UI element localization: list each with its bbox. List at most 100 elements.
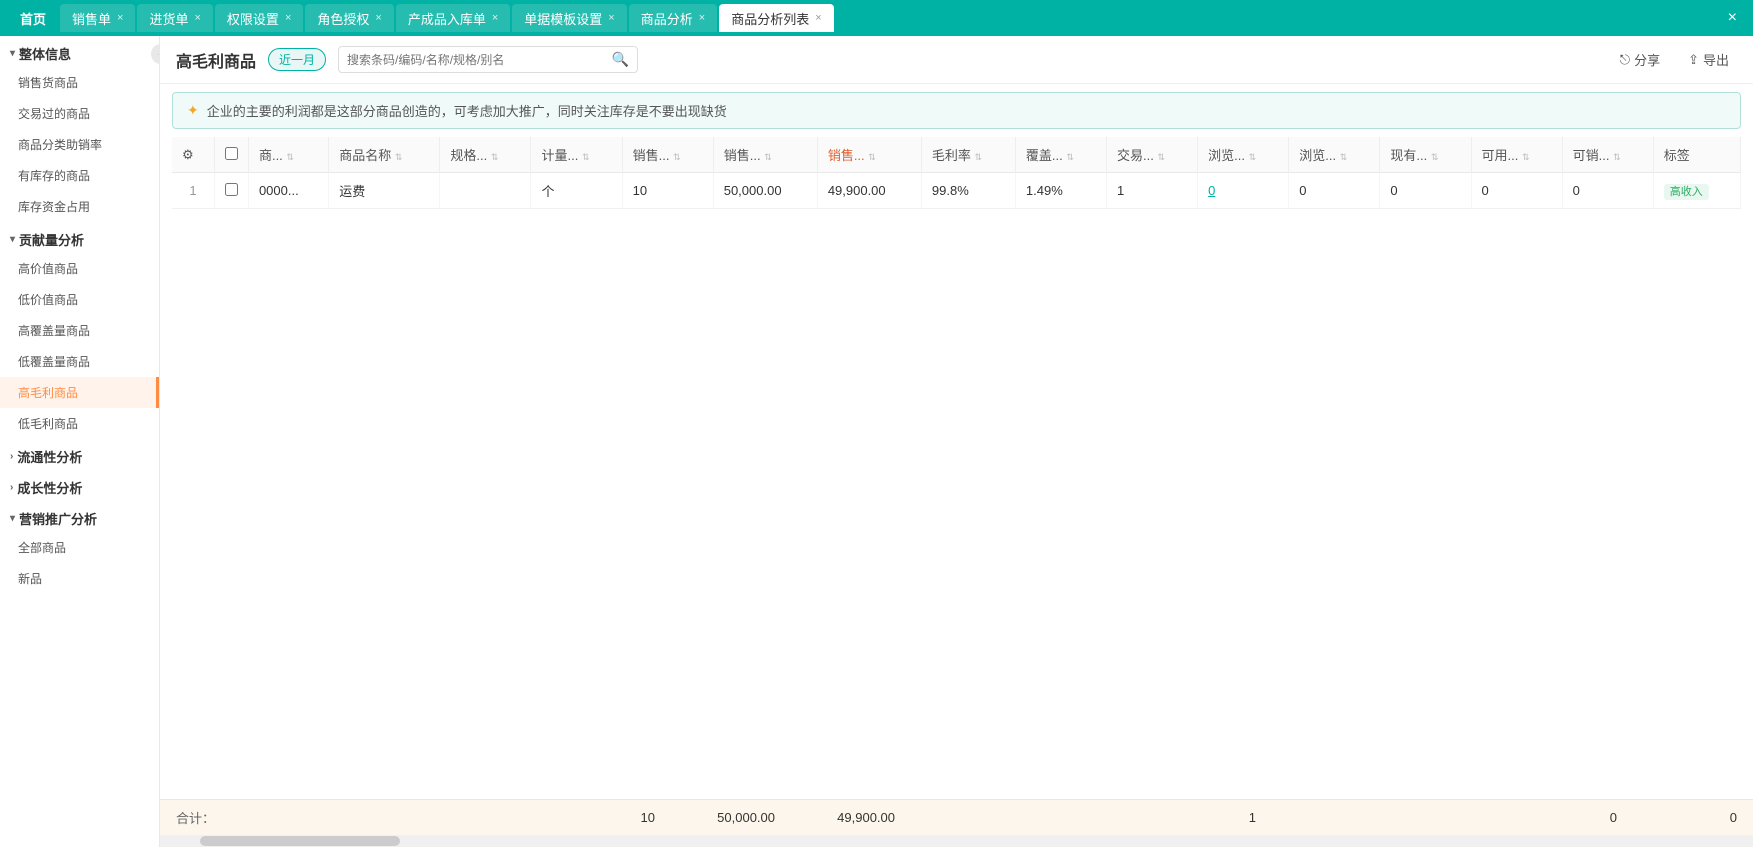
tab-purchase[interactable]: 进货单 × [137, 4, 212, 32]
sidebar-item-category-rate[interactable]: 商品分类助销率 [0, 129, 159, 160]
sidebar-item-low-margin[interactable]: 低毛利商品 [0, 408, 159, 439]
sidebar-item-low-coverage[interactable]: 低覆盖量商品 [0, 346, 159, 377]
col-spec[interactable]: 规格... ⇅ [440, 137, 531, 173]
col-sellable-sort: ⇅ [1613, 152, 1621, 162]
footer-current-stock: 0 [1537, 810, 1617, 825]
share-icon: ⎋ [1620, 52, 1630, 68]
col-coverage-sort: ⇅ [1066, 152, 1074, 162]
row-coverage: 1.49% [1015, 173, 1106, 209]
row-spec [440, 173, 531, 209]
sidebar-item-sales-goods[interactable]: 销售货商品 [0, 67, 159, 98]
export-button[interactable]: ⇪ 导出 [1680, 46, 1737, 73]
col-sellable[interactable]: 可销... ⇅ [1562, 137, 1653, 173]
sidebar-item-high-margin[interactable]: 高毛利商品 [0, 377, 159, 408]
tag-badge: 高收入 [1664, 184, 1709, 200]
search-icon[interactable]: 🔍 [612, 51, 629, 68]
info-icon: ✦ [187, 102, 199, 119]
overall-arrow-icon: ▾ [10, 48, 15, 59]
sidebar-item-high-coverage[interactable]: 高覆盖量商品 [0, 315, 159, 346]
col-sales-amount-sort: ⇅ [764, 152, 772, 162]
footer-sales-count: 10 [575, 810, 655, 825]
tab-product-in[interactable]: 产成品入库单 × [396, 4, 510, 32]
col-code-sort: ⇅ [286, 152, 294, 162]
tab-home[interactable]: 首页 [8, 4, 58, 32]
sidebar-item-all-goods[interactable]: 全部商品 [0, 532, 159, 563]
tab-product-analysis-close[interactable]: × [699, 12, 705, 24]
col-checkbox[interactable] [214, 137, 248, 173]
col-unit[interactable]: 计量... ⇅ [531, 137, 622, 173]
info-banner: ✦ 企业的主要的利润都是这部分商品创造的，可考虑加大推广，同时关注库存是不要出现… [172, 92, 1741, 129]
tab-product-analysis-list[interactable]: 商品分析列表 × [719, 4, 833, 32]
main-layout: « ▾ 整体信息 销售货商品 交易过的商品 商品分类助销率 有库存的商品 库存资… [0, 36, 1753, 847]
col-current-stock[interactable]: 现有... ⇅ [1380, 137, 1471, 173]
horizontal-scrollbar[interactable] [160, 835, 1753, 847]
col-browse2[interactable]: 浏览... ⇅ [1289, 137, 1380, 173]
col-transaction-sort: ⇅ [1157, 152, 1165, 162]
row-sales-count: 10 [622, 173, 713, 209]
scrollbar-thumb[interactable] [200, 836, 400, 846]
sidebar-item-traded-goods[interactable]: 交易过的商品 [0, 98, 159, 129]
col-transaction[interactable]: 交易... ⇅ [1107, 137, 1198, 173]
row-browse1[interactable]: 0 [1198, 173, 1289, 209]
sidebar-item-new-goods[interactable]: 新品 [0, 563, 159, 594]
share-button[interactable]: ⎋ 分享 [1612, 46, 1668, 73]
row-browse2: 0 [1289, 173, 1380, 209]
sidebar-item-in-stock-goods[interactable]: 有库存的商品 [0, 160, 159, 191]
tab-sales[interactable]: 销售单 × [60, 4, 135, 32]
tab-permission[interactable]: 权限设置 × [215, 4, 303, 32]
col-browse1-sort: ⇅ [1249, 152, 1257, 162]
search-box: 🔍 [338, 46, 638, 73]
row-name[interactable]: 运费 [329, 173, 440, 209]
tab-template[interactable]: 单据模板设置 × [512, 4, 626, 32]
tab-role-close[interactable]: × [375, 12, 381, 24]
col-sales-count[interactable]: 销售... ⇅ [622, 137, 713, 173]
col-name[interactable]: 商品名称 ⇅ [329, 137, 440, 173]
date-filter-button[interactable]: 近一月 [268, 48, 326, 71]
sidebar-item-high-value[interactable]: 高价值商品 [0, 253, 159, 284]
sidebar-group-growth[interactable]: › 成长性分析 [0, 470, 159, 501]
col-browse1[interactable]: 浏览... ⇅ [1198, 137, 1289, 173]
tab-template-close[interactable]: × [608, 12, 614, 24]
row-code: 0000... [248, 173, 328, 209]
row-available: 0 [1471, 173, 1562, 209]
col-gross-margin[interactable]: 毛利率 ⇅ [921, 137, 1015, 173]
col-sales-profit[interactable]: 销售... ⇅ [817, 137, 921, 173]
tab-product-analysis[interactable]: 商品分析 × [629, 4, 717, 32]
tab-product-in-close[interactable]: × [492, 12, 498, 24]
col-tag[interactable]: 标签 [1653, 137, 1740, 173]
table-body: 1 0000... 运费 个 10 50,000.00 49,900.00 99… [172, 173, 1741, 209]
tab-product-analysis-list-close[interactable]: × [815, 12, 821, 24]
row-sellable: 0 [1562, 173, 1653, 209]
sidebar-item-low-value[interactable]: 低价值商品 [0, 284, 159, 315]
col-settings[interactable]: ⚙ [172, 137, 214, 173]
tab-purchase-close[interactable]: × [194, 12, 200, 24]
table-container: ⚙ 商... ⇅ 商品名称 ⇅ 规格... ⇅ 计量... ⇅ 销售... ⇅ … [160, 137, 1753, 799]
col-code[interactable]: 商... ⇅ [248, 137, 328, 173]
search-input[interactable] [347, 53, 606, 67]
row-checkbox[interactable] [214, 173, 248, 209]
col-sales-amount[interactable]: 销售... ⇅ [713, 137, 817, 173]
col-coverage[interactable]: 覆盖... ⇅ [1015, 137, 1106, 173]
footer-label: 合计： [176, 808, 215, 827]
close-window-button[interactable]: × [1720, 9, 1745, 27]
table-header-row: ⚙ 商... ⇅ 商品名称 ⇅ 规格... ⇅ 计量... ⇅ 销售... ⇅ … [172, 137, 1741, 173]
sidebar-group-liquidity[interactable]: › 流通性分析 [0, 439, 159, 470]
tab-permission-close[interactable]: × [285, 12, 291, 24]
content-title: 高毛利商品 [176, 48, 256, 72]
sidebar-group-overall[interactable]: ▾ 整体信息 [0, 36, 159, 67]
sidebar-group-marketing[interactable]: ▾ 营销推广分析 [0, 501, 159, 532]
sidebar-item-stock-capital[interactable]: 库存资金占用 [0, 191, 159, 222]
marketing-arrow-icon: ▾ [10, 513, 15, 524]
footer-available: 0 [1657, 810, 1737, 825]
export-icon: ⇪ [1688, 52, 1699, 68]
col-available[interactable]: 可用... ⇅ [1471, 137, 1562, 173]
col-available-sort: ⇅ [1522, 152, 1530, 162]
select-all-checkbox[interactable] [225, 147, 238, 160]
sidebar-group-contribution[interactable]: ▾ 贡献量分析 [0, 222, 159, 253]
tab-sales-close[interactable]: × [117, 12, 123, 24]
row-sales-profit: 49,900.00 [817, 173, 921, 209]
header-actions: ⎋ 分享 ⇪ 导出 [1612, 46, 1737, 73]
contribution-arrow-icon: ▾ [10, 234, 15, 245]
footer-sales-profit: 49,900.00 [815, 810, 895, 825]
tab-role[interactable]: 角色授权 × [305, 4, 393, 32]
